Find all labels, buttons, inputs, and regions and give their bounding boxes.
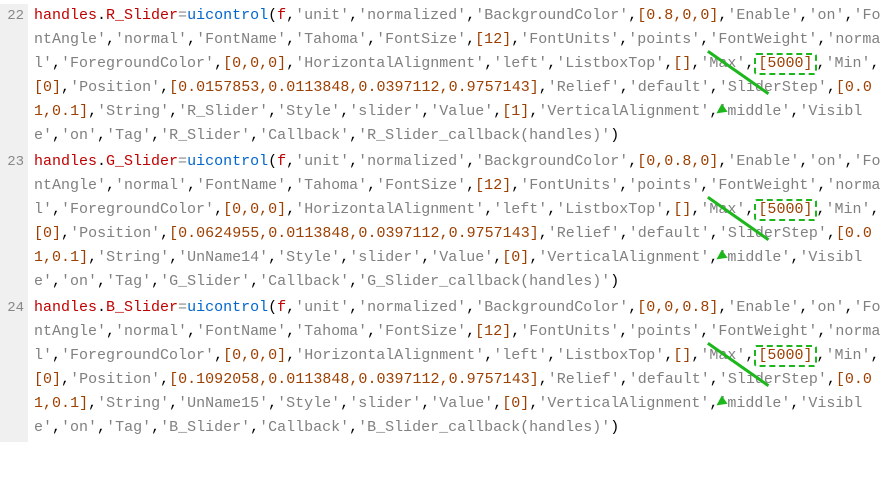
highlight-max-value: [5000] xyxy=(754,345,816,367)
code-editor: 22 23 24 handles.R_Slider=uicontrol(f,'uni… xyxy=(0,0,892,446)
code-line[interactable]: handles.R_Slider=uicontrol(f,'unit','nor… xyxy=(34,4,884,148)
code-line[interactable]: handles.G_Slider=uicontrol(f,'unit','nor… xyxy=(34,150,884,294)
line-number: 22 xyxy=(0,4,24,28)
highlight-max-value: [5000] xyxy=(754,199,816,221)
line-number-gutter: 22 23 24 xyxy=(0,4,28,442)
highlight-max-value: [5000] xyxy=(754,53,816,75)
code-area[interactable]: handles.R_Slider=uicontrol(f,'unit','nor… xyxy=(28,4,884,442)
line-number: 23 xyxy=(0,150,24,174)
line-number: 24 xyxy=(0,296,24,320)
code-line[interactable]: handles.B_Slider=uicontrol(f,'unit','nor… xyxy=(34,296,884,440)
